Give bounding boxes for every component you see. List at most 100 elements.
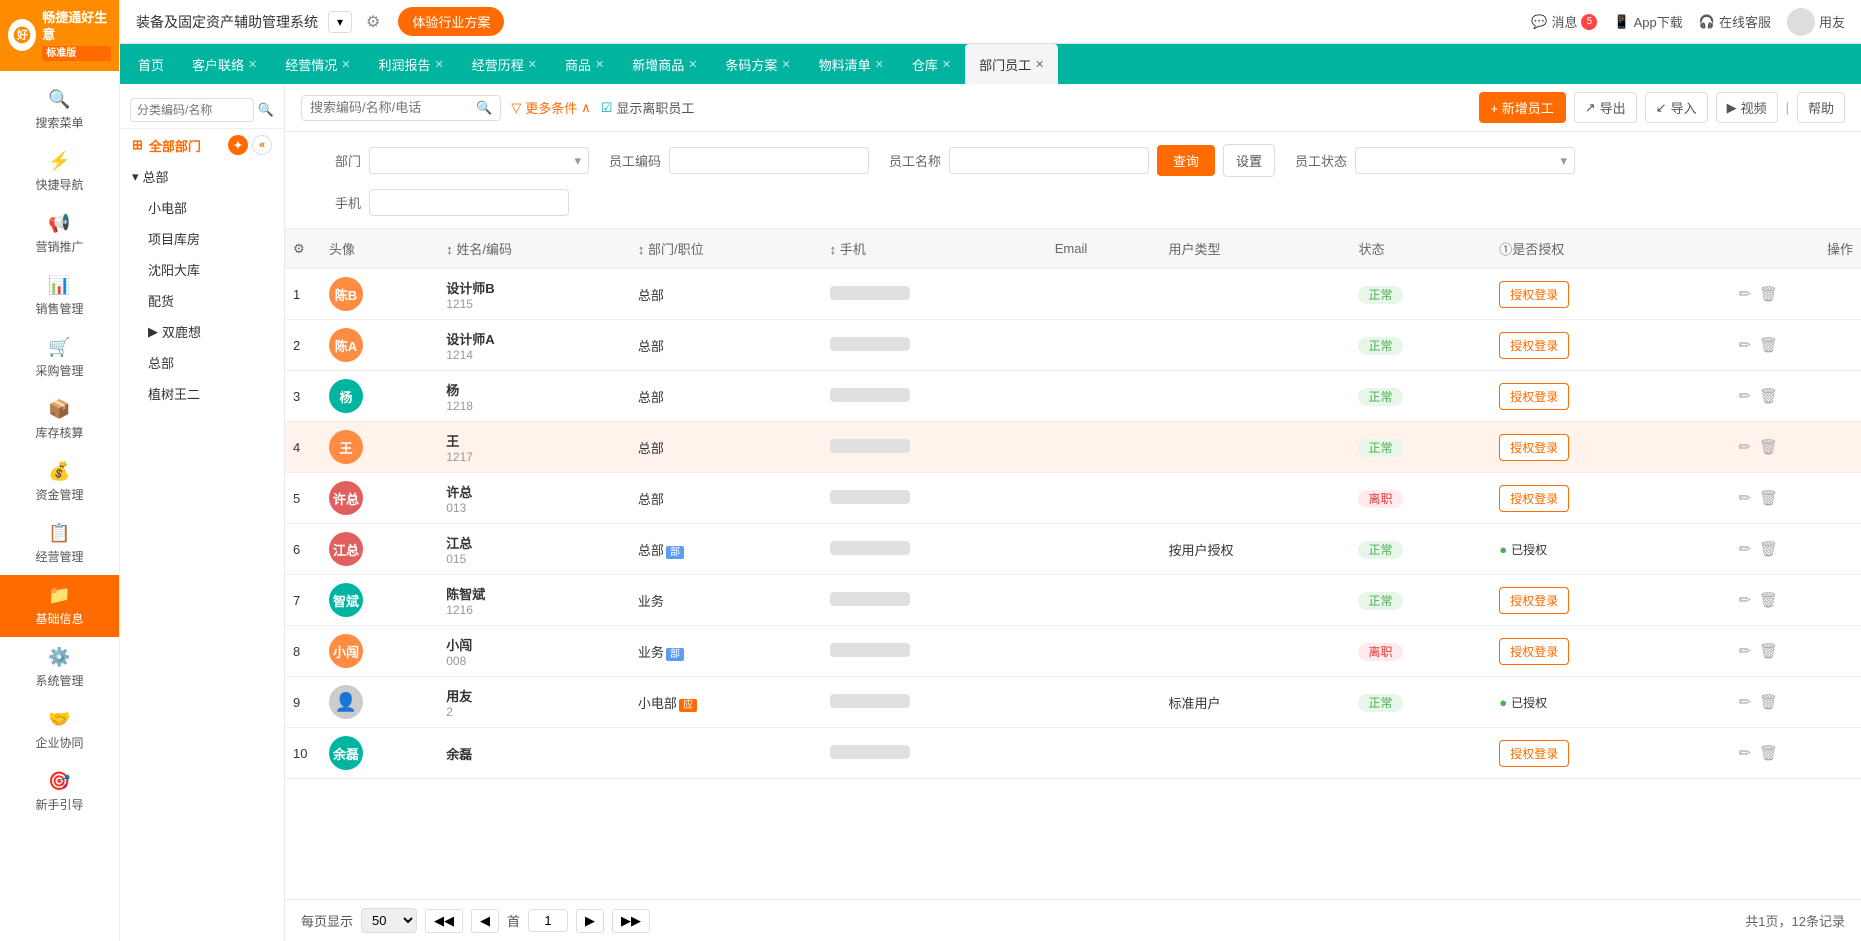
- edit-icon[interactable]: ✏: [1738, 540, 1751, 558]
- tab-warehouse[interactable]: 仓库✕: [898, 44, 965, 84]
- prev-page-btn[interactable]: ◀: [471, 909, 499, 933]
- query-button[interactable]: 查询: [1157, 145, 1215, 176]
- dept-tree-item-zongbu-root[interactable]: ▾ 总部: [120, 161, 284, 192]
- dept-tree-item-peihuo[interactable]: 配货: [120, 285, 284, 316]
- emp-code-input[interactable]: [669, 147, 869, 174]
- dept-search-input[interactable]: [130, 98, 254, 122]
- dept-tree-item-shuanglu[interactable]: ▶ 双鹿想: [120, 316, 284, 347]
- edit-icon[interactable]: ✏: [1738, 744, 1751, 762]
- sidebar-item-shortcut[interactable]: ⚡快捷导航: [0, 141, 119, 203]
- auth-login-button[interactable]: 授权登录: [1499, 740, 1569, 767]
- delete-icon[interactable]: 🗑: [1759, 438, 1778, 456]
- tab-goods[interactable]: 商品✕: [551, 44, 618, 84]
- view-button[interactable]: ▶ 视频: [1716, 92, 1778, 123]
- tab-profit[interactable]: 利润报告✕: [364, 44, 457, 84]
- col-name[interactable]: ↕ 姓名/编码: [438, 229, 630, 269]
- close-icon[interactable]: ✕: [435, 58, 444, 71]
- tab-bom[interactable]: 物料清单✕: [805, 44, 898, 84]
- close-icon[interactable]: ✕: [1035, 58, 1044, 71]
- export-button[interactable]: ↗ 导出: [1574, 92, 1637, 123]
- close-icon[interactable]: ✕: [875, 58, 884, 71]
- edit-icon[interactable]: ✏: [1738, 642, 1751, 660]
- message-btn[interactable]: 💬 消息 5: [1531, 12, 1597, 31]
- close-icon[interactable]: ✕: [942, 58, 951, 71]
- auth-login-button[interactable]: 授权登录: [1499, 383, 1569, 410]
- emp-status-select[interactable]: [1355, 147, 1575, 174]
- more-filter-btn[interactable]: ▽ 更多条件 ∧: [511, 98, 591, 117]
- add-employee-button[interactable]: + 新增员工: [1479, 92, 1566, 123]
- page-input[interactable]: [528, 909, 568, 932]
- auth-login-button[interactable]: 授权登录: [1499, 638, 1569, 665]
- sidebar-item-purchase[interactable]: 🛒采购管理: [0, 327, 119, 389]
- auth-login-button[interactable]: 授权登录: [1499, 281, 1569, 308]
- delete-icon[interactable]: 🗑: [1759, 387, 1778, 405]
- delete-icon[interactable]: 🗑: [1759, 336, 1778, 354]
- sidebar-item-collab[interactable]: 🤝企业协同: [0, 699, 119, 761]
- close-icon[interactable]: ✕: [528, 58, 537, 71]
- delete-icon[interactable]: 🗑: [1759, 591, 1778, 609]
- app-download-btn[interactable]: 📱 App下载: [1613, 12, 1682, 31]
- dept-tree-item-zhishu[interactable]: 植树王二: [120, 378, 284, 409]
- gear-icon[interactable]: ⚙: [366, 12, 380, 32]
- delete-icon[interactable]: 🗑: [1759, 744, 1778, 762]
- sidebar-item-guide[interactable]: 🎯新手引导: [0, 761, 119, 823]
- close-icon[interactable]: ✕: [781, 58, 790, 71]
- online-service-btn[interactable]: 🎧 在线客服: [1699, 12, 1771, 31]
- close-icon[interactable]: ✕: [341, 58, 350, 71]
- sidebar-item-basic-info[interactable]: 📁基础信息: [0, 575, 119, 637]
- close-icon[interactable]: ✕: [688, 58, 697, 71]
- auth-login-button[interactable]: 授权登录: [1499, 434, 1569, 461]
- edit-icon[interactable]: ✏: [1738, 489, 1751, 507]
- dept-search-icon[interactable]: 🔍: [258, 102, 274, 118]
- sidebar-item-marketing[interactable]: 📢营销推广: [0, 203, 119, 265]
- dept-select[interactable]: [369, 147, 589, 174]
- col-phone[interactable]: ↕ 手机: [822, 229, 1047, 269]
- tab-customer[interactable]: 客户联络✕: [178, 44, 271, 84]
- phone-input[interactable]: [369, 189, 569, 216]
- sidebar-item-operations[interactable]: 📋经营管理: [0, 513, 119, 575]
- trial-button[interactable]: 体验行业方案: [398, 7, 504, 36]
- dept-collapse-btn[interactable]: «: [252, 135, 272, 155]
- dept-tree-item-zongbu-sub[interactable]: 总部: [120, 347, 284, 378]
- edit-icon[interactable]: ✏: [1738, 438, 1751, 456]
- per-page-select[interactable]: 50 100: [361, 908, 417, 933]
- tab-history[interactable]: 经营历程✕: [458, 44, 551, 84]
- emp-name-input[interactable]: [949, 147, 1149, 174]
- col-dept[interactable]: ↕ 部门/职位: [630, 229, 822, 269]
- delete-icon[interactable]: 🗑: [1759, 642, 1778, 660]
- user-menu[interactable]: 用友: [1787, 8, 1845, 36]
- close-icon[interactable]: ✕: [595, 58, 604, 71]
- reset-button[interactable]: 设置: [1223, 144, 1275, 177]
- close-icon[interactable]: ✕: [248, 58, 257, 71]
- auth-login-button[interactable]: 授权登录: [1499, 485, 1569, 512]
- edit-icon[interactable]: ✏: [1738, 336, 1751, 354]
- sidebar-item-search[interactable]: 🔍搜索菜单: [0, 79, 119, 141]
- dept-expand-btn[interactable]: ✦: [228, 135, 248, 155]
- edit-icon[interactable]: ✏: [1738, 693, 1751, 711]
- edit-icon[interactable]: ✏: [1738, 591, 1751, 609]
- tab-home[interactable]: 首页: [124, 44, 178, 84]
- delete-icon[interactable]: 🗑: [1759, 285, 1778, 303]
- dept-tree-item-project[interactable]: 项目库房: [120, 223, 284, 254]
- sidebar-item-system[interactable]: ⚙️系统管理: [0, 637, 119, 699]
- sidebar-item-sales[interactable]: 📊销售管理: [0, 265, 119, 327]
- tab-barcode[interactable]: 条码方案✕: [711, 44, 804, 84]
- tab-ops-status[interactable]: 经营情况✕: [271, 44, 364, 84]
- sidebar-item-finance[interactable]: 💰资金管理: [0, 451, 119, 513]
- sidebar-item-inventory[interactable]: 📦库存核算: [0, 389, 119, 451]
- show-departed-toggle[interactable]: ☑ 显示离职员工: [601, 98, 695, 117]
- first-page-btn[interactable]: ◀◀: [425, 909, 463, 933]
- last-page-btn[interactable]: ▶▶: [612, 909, 650, 933]
- dept-tree-item-xiaodian[interactable]: 小电部: [120, 192, 284, 223]
- search-input[interactable]: [310, 100, 470, 115]
- dept-tree-item-shenyang[interactable]: 沈阳大库: [120, 254, 284, 285]
- col-settings[interactable]: ⚙: [285, 229, 321, 269]
- delete-icon[interactable]: 🗑: [1759, 540, 1778, 558]
- import-button[interactable]: ↙ 导入: [1645, 92, 1708, 123]
- tab-employees[interactable]: 部门员工✕: [965, 44, 1058, 84]
- edit-icon[interactable]: ✏: [1738, 285, 1751, 303]
- system-dropdown[interactable]: ▾: [328, 11, 352, 33]
- next-page-btn[interactable]: ▶: [576, 909, 604, 933]
- auth-login-button[interactable]: 授权登录: [1499, 587, 1569, 614]
- delete-icon[interactable]: 🗑: [1759, 693, 1778, 711]
